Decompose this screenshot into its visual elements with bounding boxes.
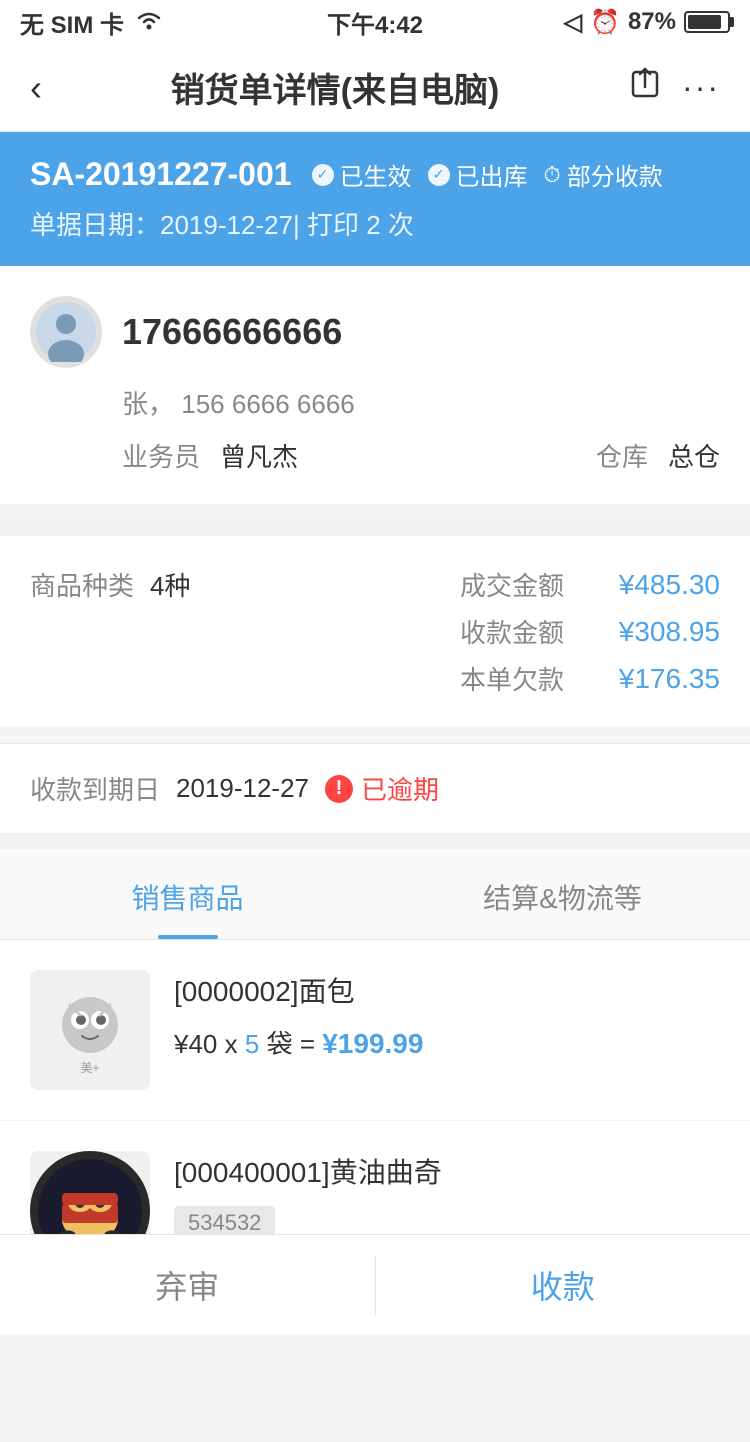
- cancel-audit-button[interactable]: 弃审: [0, 1235, 375, 1334]
- divider-1: [0, 520, 750, 536]
- customer-phone: 17666666666: [122, 311, 342, 353]
- product-total-bread: ¥199.99: [322, 1028, 423, 1059]
- share-icon[interactable]: [628, 67, 662, 109]
- product-types-label: 商品种类: [30, 566, 134, 603]
- product-item: 美+ [0000002]面包 ¥40 x 5 袋 = ¥199.99: [0, 940, 750, 1121]
- received-amount: 收款金额 ¥308.95: [460, 613, 720, 650]
- deal-amount: 成交金额 ¥485.30: [460, 566, 720, 603]
- order-status-tags: ✓ 已生效 ✓ 已出库 ⏱ 部分收款: [312, 157, 663, 192]
- customer-avatar: [30, 296, 102, 368]
- product-info-bread: [0000002]面包 ¥40 x 5 袋 = ¥199.99: [174, 970, 720, 1061]
- overdue-badge: ! 已逾期: [325, 770, 439, 807]
- sales-name: 曾凡杰: [220, 437, 298, 474]
- status-shipped: ✓ 已出库: [428, 157, 528, 192]
- product-types-value: 4种: [150, 566, 190, 603]
- amount-stats: 成交金额 ¥485.30 收款金额 ¥308.95 本单欠款 ¥176.35: [460, 566, 720, 697]
- battery-percent: 87%: [628, 8, 676, 36]
- customer-sub-info: 张， 156 6666 6666: [122, 384, 720, 421]
- nav-bar: ‹ 销货单详情(来自电脑) ···: [0, 44, 750, 132]
- debt-amount-value: ¥176.35: [580, 663, 720, 695]
- debt-amount-label: 本单欠款: [460, 660, 564, 697]
- alarm-icon: ⏰: [590, 8, 620, 37]
- tab-settle-logistics[interactable]: 结算&物流等: [375, 849, 750, 939]
- battery-icon: [684, 11, 730, 33]
- divider-2: [0, 833, 750, 849]
- clock-icon: ⏱: [544, 162, 561, 188]
- order-id: SA-20191227-001: [30, 156, 292, 193]
- location-icon: ◁: [564, 8, 582, 37]
- status-bar: 无 SIM 卡 下午4:42 ◁ ⏰ 87%: [0, 0, 750, 44]
- deal-amount-value: ¥485.30: [580, 569, 720, 601]
- received-amount-value: ¥308.95: [580, 616, 720, 648]
- overdue-exclamation-icon: !: [325, 775, 353, 803]
- order-header: SA-20191227-001 ✓ 已生效 ✓ 已出库 ⏱ 部分收款 单据日期：…: [0, 132, 750, 266]
- bottom-spacer: [0, 1322, 750, 1442]
- customer-top: 17666666666: [30, 296, 720, 368]
- tabs-row: 销售商品 结算&物流等: [0, 849, 750, 940]
- deal-amount-label: 成交金额: [460, 566, 564, 603]
- status-active: ✓ 已生效: [312, 157, 412, 192]
- product-image-bread: 美+: [30, 970, 150, 1090]
- product-name-cookie: [000400001]黄油曲奇: [174, 1151, 720, 1191]
- product-types: 商品种类 4种: [30, 566, 190, 603]
- product-price-bread: ¥40 x 5 袋 = ¥199.99: [174, 1024, 720, 1061]
- carrier-label: 无 SIM 卡: [20, 5, 124, 40]
- nav-actions: ···: [628, 67, 720, 109]
- stats-section: 商品种类 4种 成交金额 ¥485.30 收款金额 ¥308.95 本单欠款 ¥…: [0, 536, 750, 727]
- svg-text:美+: 美+: [80, 1061, 99, 1075]
- due-date-label: 收款到期日: [30, 770, 160, 807]
- product-qty-bread: 5: [245, 1029, 259, 1059]
- more-icon[interactable]: ···: [682, 69, 720, 106]
- sales-label: 业务员: [122, 437, 200, 474]
- page-title: 销货单详情(来自电脑): [171, 63, 500, 112]
- customer-card: 17666666666 张， 156 6666 6666 业务员 曾凡杰 仓库 …: [0, 266, 750, 504]
- tabs-section: 销售商品 结算&物流等: [0, 849, 750, 940]
- status-partial: ⏱ 部分收款: [544, 157, 663, 192]
- due-date-value: 2019-12-27: [176, 773, 309, 804]
- back-button[interactable]: ‹: [30, 67, 42, 109]
- customer-info-row: 业务员 曾凡杰 仓库 总仓: [122, 437, 720, 474]
- status-bar-right: ◁ ⏰ 87%: [564, 8, 730, 37]
- bottom-bar: 弃审 收款: [0, 1234, 750, 1334]
- status-time: 下午4:42: [327, 5, 423, 40]
- order-date: 单据日期：2019-12-27| 打印 2 次: [30, 205, 720, 242]
- overdue-text: 已逾期: [361, 770, 439, 807]
- warehouse-label: 仓库: [596, 437, 648, 474]
- due-date-section: 收款到期日 2019-12-27 ! 已逾期: [0, 744, 750, 833]
- received-amount-label: 收款金额: [460, 613, 564, 650]
- status-bar-left: 无 SIM 卡: [20, 5, 164, 40]
- tab-sales-products[interactable]: 销售商品: [0, 849, 375, 939]
- wifi-icon: [134, 8, 164, 37]
- product-name-bread: [0000002]面包: [174, 970, 720, 1010]
- collect-payment-button[interactable]: 收款: [376, 1235, 750, 1334]
- debt-amount: 本单欠款 ¥176.35: [460, 660, 720, 697]
- warehouse-name: 总仓: [668, 437, 720, 474]
- check-icon-2: ✓: [428, 164, 450, 186]
- check-icon-1: ✓: [312, 164, 334, 186]
